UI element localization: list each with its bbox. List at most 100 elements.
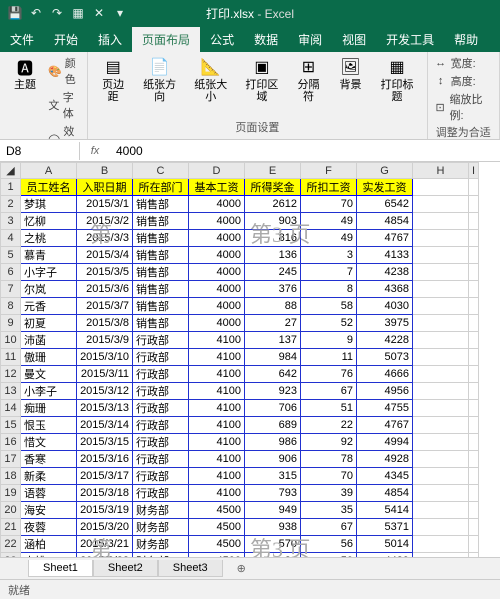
row-header[interactable]: 19: [1, 485, 21, 502]
cell[interactable]: 香寒: [21, 451, 77, 468]
cell[interactable]: 2612: [245, 196, 301, 213]
tab-file[interactable]: 文件: [0, 27, 44, 52]
tab-view[interactable]: 视图: [332, 27, 376, 52]
scale-ratio[interactable]: ⊡缩放比例:: [434, 90, 493, 124]
cell[interactable]: 4755: [357, 400, 413, 417]
cell[interactable]: 2015/3/12: [77, 383, 133, 400]
cell[interactable]: 4000: [189, 281, 245, 298]
row-header[interactable]: 21: [1, 519, 21, 536]
cell[interactable]: 销售部: [133, 196, 189, 213]
cell[interactable]: 56: [301, 536, 357, 553]
cell[interactable]: 所扣工资: [301, 179, 357, 196]
titles-button[interactable]: ▦打印标题: [373, 54, 420, 106]
row-header[interactable]: 1: [1, 179, 21, 196]
qat-more-icon[interactable]: ▾: [111, 4, 129, 22]
row-header[interactable]: 11: [1, 349, 21, 366]
cell[interactable]: 4238: [357, 264, 413, 281]
tab-review[interactable]: 审阅: [288, 27, 332, 52]
cell[interactable]: 行政部: [133, 417, 189, 434]
row-header[interactable]: 15: [1, 417, 21, 434]
cell[interactable]: 52: [301, 315, 357, 332]
tab-data[interactable]: 数据: [244, 27, 288, 52]
cell[interactable]: 4500: [189, 553, 245, 558]
cell[interactable]: 4000: [189, 298, 245, 315]
cell[interactable]: 行政部: [133, 434, 189, 451]
size-button[interactable]: 📐纸张大小: [187, 54, 234, 106]
cell[interactable]: 4928: [357, 451, 413, 468]
cell[interactable]: 816: [245, 230, 301, 247]
cell[interactable]: 2015/3/2: [77, 213, 133, 230]
cell[interactable]: 793: [245, 485, 301, 502]
col-header[interactable]: G: [357, 163, 413, 179]
cell[interactable]: 4100: [189, 468, 245, 485]
tab-home[interactable]: 开始: [44, 27, 88, 52]
cell[interactable]: 行政部: [133, 383, 189, 400]
row-header[interactable]: 18: [1, 468, 21, 485]
grid[interactable]: ◢ A B C D E F G H I 1 员工姓名 入职日期 所在部门 基本工…: [0, 162, 479, 557]
cell[interactable]: 4000: [189, 213, 245, 230]
cell[interactable]: 2015/3/3: [77, 230, 133, 247]
row-header[interactable]: 6: [1, 264, 21, 281]
cell[interactable]: 4767: [357, 230, 413, 247]
tab-formulas[interactable]: 公式: [200, 27, 244, 52]
cell[interactable]: 39: [301, 485, 357, 502]
cell[interactable]: 4000: [189, 196, 245, 213]
cell[interactable]: 2015/3/7: [77, 298, 133, 315]
tab-help[interactable]: 帮助: [444, 27, 488, 52]
scale-width[interactable]: ↔宽度:: [434, 54, 493, 72]
cell[interactable]: 4666: [357, 366, 413, 383]
qat-icon[interactable]: ▦: [69, 4, 87, 22]
cell[interactable]: 2015/3/16: [77, 451, 133, 468]
cell[interactable]: 傲珊: [21, 349, 77, 366]
fx-icon[interactable]: fx: [80, 145, 110, 157]
theme-fonts[interactable]: 文字体: [48, 88, 81, 122]
cell[interactable]: 夜蓉: [21, 519, 77, 536]
cell[interactable]: 2015/3/19: [77, 502, 133, 519]
col-header[interactable]: F: [301, 163, 357, 179]
cell[interactable]: 之桃: [21, 230, 77, 247]
cell[interactable]: 2015/3/14: [77, 417, 133, 434]
row-header[interactable]: 5: [1, 247, 21, 264]
cell[interactable]: 3: [301, 247, 357, 264]
formula-value[interactable]: 4000: [110, 142, 500, 160]
cell[interactable]: 2015/3/6: [77, 281, 133, 298]
tab-dev[interactable]: 开发工具: [376, 27, 444, 52]
cell[interactable]: 员工姓名: [21, 179, 77, 196]
cell[interactable]: 4100: [189, 400, 245, 417]
cell[interactable]: 2015/3/11: [77, 366, 133, 383]
cell[interactable]: 903: [245, 213, 301, 230]
cell[interactable]: 4500: [189, 502, 245, 519]
tab-layout[interactable]: 页面布局: [132, 27, 200, 52]
cell[interactable]: 行政部: [133, 451, 189, 468]
cell[interactable]: 财务部: [133, 502, 189, 519]
cell[interactable]: 财务部: [133, 519, 189, 536]
cell[interactable]: 销售部: [133, 247, 189, 264]
cell[interactable]: 2015/3/17: [77, 468, 133, 485]
row-header[interactable]: 3: [1, 213, 21, 230]
cell[interactable]: 2015/3/9: [77, 332, 133, 349]
cell[interactable]: 销售部: [133, 230, 189, 247]
cell[interactable]: 4100: [189, 349, 245, 366]
cell[interactable]: 67: [301, 383, 357, 400]
cell[interactable]: 706: [245, 400, 301, 417]
cell[interactable]: 70: [301, 196, 357, 213]
cell[interactable]: 财务部: [133, 553, 189, 558]
cell[interactable]: 27: [245, 315, 301, 332]
cell[interactable]: 海安: [21, 502, 77, 519]
cell[interactable]: 5414: [357, 502, 413, 519]
cell[interactable]: 慕青: [21, 247, 77, 264]
cell[interactable]: 实发工资: [357, 179, 413, 196]
cell[interactable]: 财务部: [133, 536, 189, 553]
cell[interactable]: 2015/3/13: [77, 400, 133, 417]
cell[interactable]: 2015/3/18: [77, 485, 133, 502]
cell[interactable]: 88: [245, 298, 301, 315]
cell[interactable]: 行政部: [133, 332, 189, 349]
name-box[interactable]: D8: [0, 142, 80, 160]
orientation-button[interactable]: 📄纸张方向: [136, 54, 183, 106]
cell[interactable]: 恨玉: [21, 417, 77, 434]
cell[interactable]: 5371: [357, 519, 413, 536]
row-header[interactable]: 7: [1, 281, 21, 298]
cell[interactable]: 忆柳: [21, 213, 77, 230]
cell[interactable]: 2015/3/15: [77, 434, 133, 451]
cell[interactable]: 4767: [357, 417, 413, 434]
